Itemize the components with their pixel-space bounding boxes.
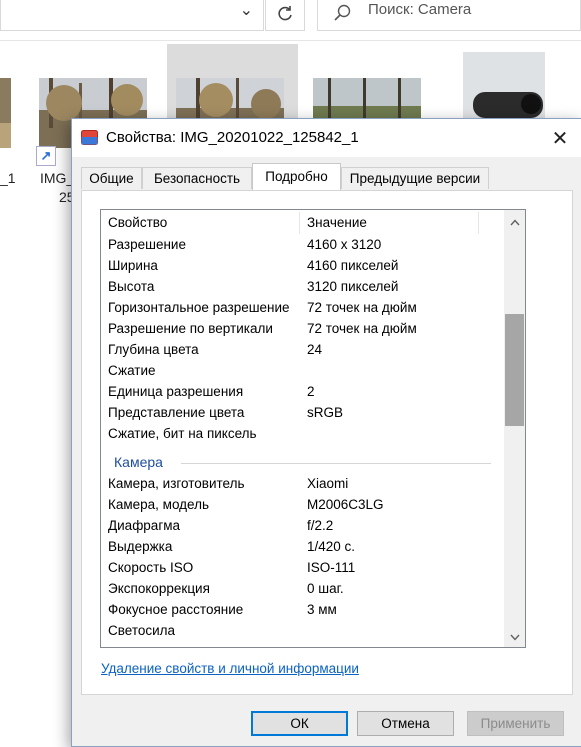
property-name: Камера, модель xyxy=(108,497,210,512)
property-rows: Разрешение 4160 x 3120 Ширина 4160 пикселе… xyxy=(101,235,501,642)
scroll-up-button[interactable] xyxy=(504,212,525,232)
property-name: Светосила xyxy=(108,623,176,638)
list-item[interactable]: Экспокоррекция 0 шаг. xyxy=(101,579,501,600)
search-input[interactable]: Поиск: Camera xyxy=(317,0,581,31)
property-name: Камера, изготовитель xyxy=(108,476,245,491)
chevron-up-icon xyxy=(509,218,520,225)
property-name: Фокусное расстояние xyxy=(108,602,244,617)
property-name: Горизонтальное разрешение xyxy=(108,300,290,315)
property-name: Сжатие, бит на пиксель xyxy=(108,426,257,441)
properties-dialog: Свойства: IMG_20201022_125842_1 ✕ Общие … xyxy=(71,118,581,747)
list-item[interactable]: Сжатие, бит на пиксель xyxy=(101,424,501,445)
explorer-toolbar: ⌄ Поиск: Camera xyxy=(0,0,581,41)
property-value: 4160 пикселей xyxy=(307,258,399,273)
property-name: Экспокоррекция xyxy=(108,581,210,596)
cancel-button[interactable]: Отмена xyxy=(357,711,454,736)
chevron-down-icon xyxy=(509,634,520,641)
list-header: Свойство Значение xyxy=(101,210,501,236)
column-header-value[interactable]: Значение xyxy=(307,215,367,230)
group-header-camera: Камера xyxy=(101,445,501,474)
property-name: Разрешение xyxy=(108,237,186,252)
tab-security[interactable]: Безопасность xyxy=(142,167,252,189)
property-value: sRGB xyxy=(307,405,344,420)
property-name: Глубина цвета xyxy=(108,342,199,357)
property-value: 24 xyxy=(307,342,323,357)
property-value: f/2.2 xyxy=(307,518,334,533)
property-name: Выдержка xyxy=(108,539,173,554)
apply-button[interactable]: Применить xyxy=(467,711,564,736)
refresh-button[interactable] xyxy=(265,0,305,31)
property-name: Сжатие xyxy=(108,363,156,378)
column-header-property[interactable]: Свойство xyxy=(108,215,167,230)
property-name: Единица разрешения xyxy=(108,384,244,399)
property-name: Высота xyxy=(108,279,155,294)
property-name: Диафрагма xyxy=(108,518,181,533)
close-icon: ✕ xyxy=(551,127,569,150)
list-item[interactable]: Разрешение 4160 x 3120 xyxy=(101,235,501,256)
list-item[interactable]: Разрешение по вертикали 72 точек на дюйм xyxy=(101,319,501,340)
ok-button[interactable]: ОК xyxy=(251,711,348,736)
property-value: 4160 x 3120 xyxy=(307,237,382,252)
list-item[interactable]: Горизонтальное разрешение 72 точек на дюй… xyxy=(101,298,501,319)
scrollbar-thumb[interactable] xyxy=(505,314,524,426)
properties-list[interactable]: Свойство Значение Разрешение 4160 x 3120 … xyxy=(100,209,526,648)
image-file-icon xyxy=(81,130,98,145)
address-bar[interactable]: ⌄ xyxy=(0,0,264,31)
thumbnail[interactable] xyxy=(0,78,11,148)
property-name: Представление цвета xyxy=(108,405,245,420)
thumbnail-label: _1 xyxy=(0,170,16,186)
refresh-icon xyxy=(278,6,292,21)
property-value: 72 точек на дюйм xyxy=(307,300,417,315)
property-value: 0 шаг. xyxy=(307,581,344,596)
tab-previous-versions[interactable]: Предыдущие версии xyxy=(341,167,489,189)
tab-general[interactable]: Общие xyxy=(81,167,142,189)
list-item[interactable]: Высота 3120 пикселей xyxy=(101,277,501,298)
list-item[interactable]: Камера, модель M2006C3LG xyxy=(101,495,501,516)
thumbnail-label: IMG_ xyxy=(40,170,75,186)
list-item[interactable]: Диафрагма f/2.2 xyxy=(101,516,501,537)
property-value: 3 мм xyxy=(307,602,337,617)
list-item[interactable]: Камера, изготовитель Xiaomi xyxy=(101,474,501,495)
list-item[interactable]: Представление цвета sRGB xyxy=(101,403,501,424)
details-panel: Свойство Значение Разрешение 4160 x 3120 … xyxy=(81,190,573,695)
shortcut-arrow-icon: ↗ xyxy=(36,146,56,166)
list-item[interactable]: Глубина цвета 24 xyxy=(101,340,501,361)
list-item[interactable]: Единица разрешения 2 xyxy=(101,382,501,403)
tab-details[interactable]: Подробно xyxy=(252,163,341,190)
list-item[interactable]: Фокусное расстояние 3 мм xyxy=(101,600,501,621)
property-name: Скорость ISO xyxy=(108,560,194,575)
list-item[interactable]: Скорость ISO ISO-111 xyxy=(101,558,501,579)
property-value: 3120 пикселей xyxy=(307,279,399,294)
close-button[interactable]: ✕ xyxy=(538,119,581,157)
list-item[interactable]: Выдержка 1/420 с. xyxy=(101,537,501,558)
vertical-scrollbar[interactable] xyxy=(504,210,525,647)
dialog-title: Свойства: IMG_20201022_125842_1 xyxy=(106,129,359,146)
chevron-down-icon[interactable]: ⌄ xyxy=(240,0,253,20)
property-value: Xiaomi xyxy=(307,476,349,491)
list-item[interactable]: Светосила xyxy=(101,621,501,642)
dialog-titlebar[interactable]: Свойства: IMG_20201022_125842_1 ✕ xyxy=(72,119,581,157)
list-item[interactable]: Сжатие xyxy=(101,361,501,382)
column-divider[interactable] xyxy=(478,212,479,234)
property-value: 72 точек на дюйм xyxy=(307,321,417,336)
property-value: 2 xyxy=(307,384,315,399)
property-name: Разрешение по вертикали xyxy=(108,321,273,336)
column-divider[interactable] xyxy=(299,212,300,234)
search-icon xyxy=(334,4,351,21)
property-value: ISO-111 xyxy=(307,560,356,575)
list-item[interactable]: Ширина 4160 пикселей xyxy=(101,256,501,277)
property-name: Ширина xyxy=(108,258,158,273)
search-placeholder: Поиск: Camera xyxy=(368,1,472,18)
property-value: M2006C3LG xyxy=(307,497,384,512)
scroll-down-button[interactable] xyxy=(504,627,525,647)
remove-properties-link[interactable]: Удаление свойств и личной информации xyxy=(101,661,359,676)
group-divider xyxy=(181,463,491,464)
property-value: 1/420 с. xyxy=(307,539,356,554)
group-title: Камера xyxy=(114,454,163,470)
